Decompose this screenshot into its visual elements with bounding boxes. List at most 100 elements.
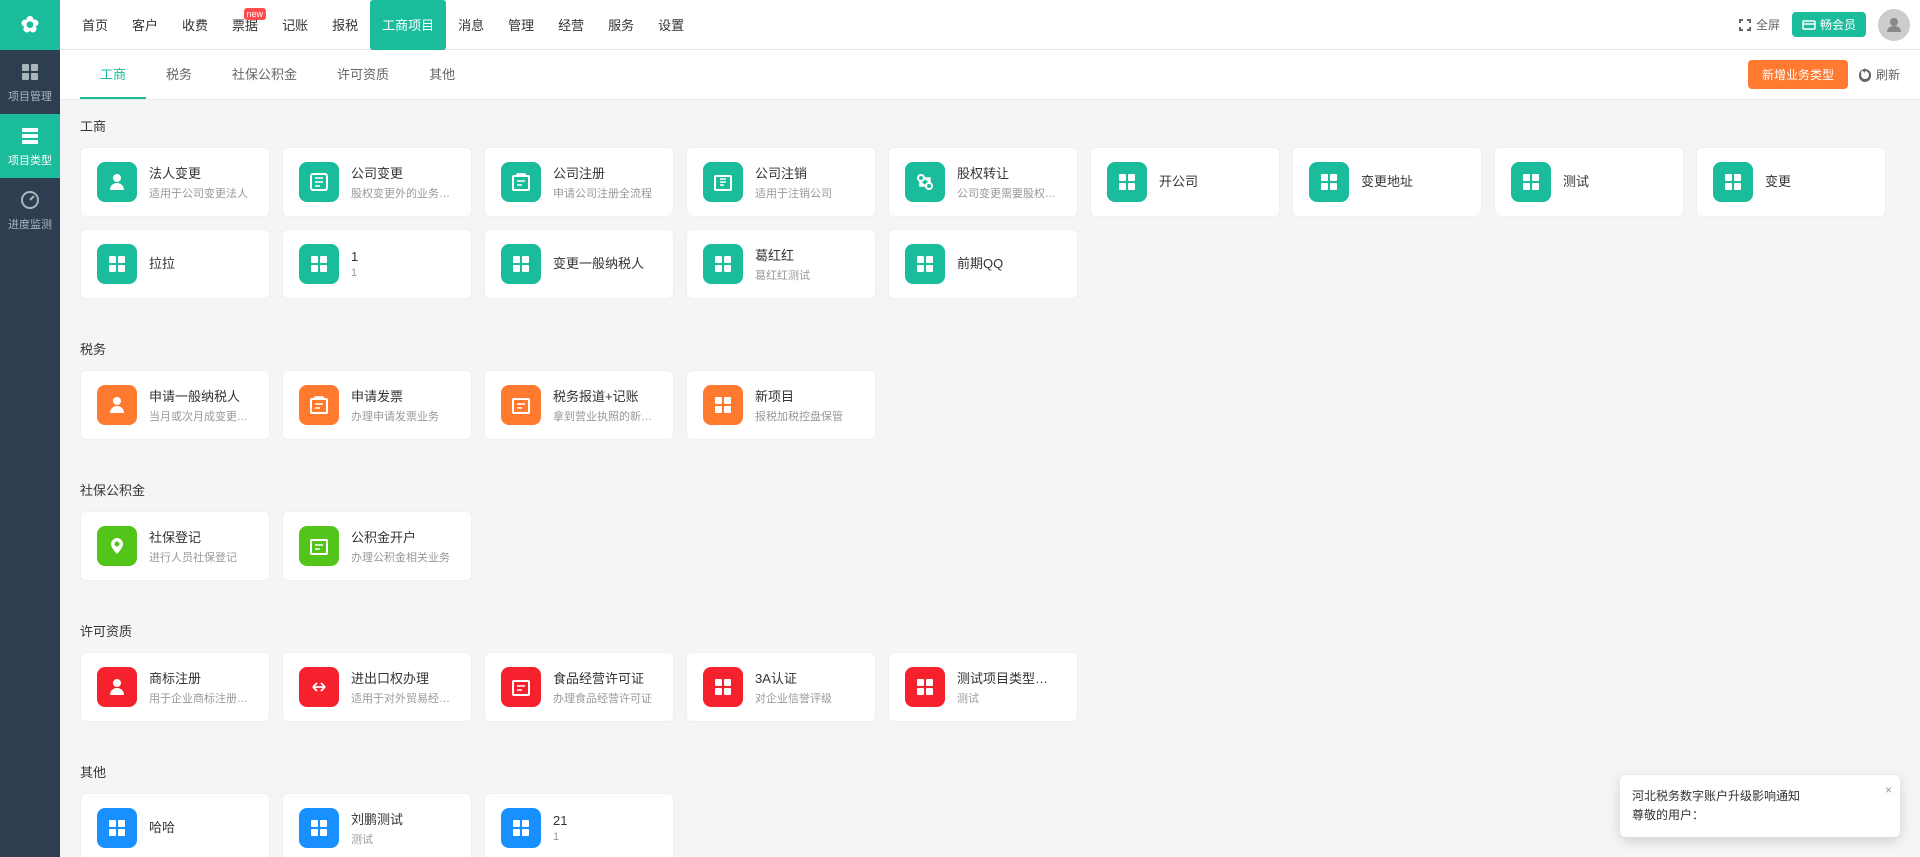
user-avatar[interactable] <box>1878 9 1910 41</box>
nav-operations[interactable]: 经营 <box>546 0 596 50</box>
nav-billing[interactable]: 收费 <box>170 0 220 50</box>
nav-accounting[interactable]: 记账 <box>270 0 320 50</box>
tab-xuke[interactable]: 许可资质 <box>317 50 409 99</box>
card-desc-legal-change: 适用于公司变更法人 <box>149 185 253 201</box>
card-apply-invoice[interactable]: 申请发票 办理申请发票业务 <box>282 370 472 440</box>
card-liupeng-test[interactable]: 刘鹏测试 测试 <box>282 793 472 857</box>
cards-grid-shuiwu: 申请一般纳税人 当月或次月成变更完成 申请发票 办理申请发票业务 <box>80 370 1900 440</box>
fullscreen-btn[interactable]: 全屏 <box>1738 16 1780 33</box>
card-icon-haha <box>97 808 137 848</box>
card-info-change-address: 变更地址 <box>1361 171 1465 193</box>
section-title-shuiwu: 税务 <box>80 339 1900 358</box>
card-num1[interactable]: 1 1 <box>282 229 472 299</box>
nav-customer[interactable]: 客户 <box>120 0 170 50</box>
page-content: 工商 税务 社保公积金 许可资质 其他 新增业务类型 刷新 工商 <box>60 50 1920 857</box>
refresh-button[interactable]: 刷新 <box>1858 66 1900 83</box>
card-haha[interactable]: 哈哈 <box>80 793 270 857</box>
card-title-trademark: 商标注册 <box>149 668 253 687</box>
sidebar-label-progress-monitor: 进度监测 <box>8 216 52 232</box>
section-shebao: 社保公积金 社保登记 进行人员社保登记 <box>60 464 1920 605</box>
sidebar-item-progress-monitor[interactable]: 进度监测 <box>0 178 60 242</box>
card-desc-gehonghong: 葛红红测试 <box>755 267 859 283</box>
nav-management[interactable]: 管理 <box>496 0 546 50</box>
tab-shuiwu[interactable]: 税务 <box>146 50 212 99</box>
card-company-change[interactable]: 公司变更 股权变更外的业务变更 <box>282 147 472 217</box>
card-info-import-export: 进出口权办理 适用于对外贸易经营者 <box>351 668 455 706</box>
card-company-cancel[interactable]: 公司注销 适用于注销公司 <box>686 147 876 217</box>
card-legal-change[interactable]: 法人变更 适用于公司变更法人 <box>80 147 270 217</box>
card-title-social-register: 社保登记 <box>149 527 253 546</box>
card-title-legal-change: 法人变更 <box>149 163 253 182</box>
nav-home[interactable]: 首页 <box>70 0 120 50</box>
nav-industrial[interactable]: 工商项目 <box>370 0 446 50</box>
nav-services[interactable]: 服务 <box>596 0 646 50</box>
sidebar-logo[interactable]: ✿ <box>0 0 60 50</box>
card-desc-equity-transfer: 公司变更需要股权转让 <box>957 185 1061 201</box>
card-title-apply-invoice: 申请发票 <box>351 386 455 405</box>
card-title-food-license: 食品经营许可证 <box>553 668 657 687</box>
card-icon-import-export <box>299 667 339 707</box>
card-info-cert-3a: 3A认证 对企业信誉评级 <box>755 668 859 706</box>
card-social-register[interactable]: 社保登记 进行人员社保登记 <box>80 511 270 581</box>
card-new-project[interactable]: 新项目 报税加税控盘保管 <box>686 370 876 440</box>
card-icon-company-change <box>299 162 339 202</box>
card-title-cert-3a: 3A认证 <box>755 668 859 687</box>
card-lala[interactable]: 拉拉 <box>80 229 270 299</box>
card-info-test-project-type: 测试项目类型目定义 测试 <box>957 668 1061 706</box>
card-gehonghong[interactable]: 葛红红 葛红红测试 <box>686 229 876 299</box>
card-tax-report[interactable]: 税务报道+记账 拿到营业执照的新公司 <box>484 370 674 440</box>
card-food-license[interactable]: 食品经营许可证 办理食品经营许可证 <box>484 652 674 722</box>
card-cert-3a[interactable]: 3A认证 对企业信誉评级 <box>686 652 876 722</box>
topnav: 首页 客户 收费 票据 new 记账 报税 工商项目 消息 管理 经营 服务 设… <box>60 0 1920 50</box>
card-desc-apply-taxpayer: 当月或次月成变更完成 <box>149 408 253 424</box>
card-title-apply-taxpayer: 申请一般纳税人 <box>149 386 253 405</box>
card-info-equity-transfer: 股权转让 公司变更需要股权转让 <box>957 163 1061 201</box>
sidebar-item-project-type[interactable]: 项目类型 <box>0 114 60 178</box>
sidebar-item-project-mgmt[interactable]: 项目管理 <box>0 50 60 114</box>
card-icon-test <box>1511 162 1551 202</box>
nav-tax[interactable]: 报税 <box>320 0 370 50</box>
card-change-taxpayer[interactable]: 变更一般纳税人 <box>484 229 674 299</box>
card-icon-liupeng-test <box>299 808 339 848</box>
nav-tickets[interactable]: 票据 new <box>220 0 270 50</box>
card-test[interactable]: 测试 <box>1494 147 1684 217</box>
card-icon-change-address <box>1309 162 1349 202</box>
card-desc-company-cancel: 适用于注销公司 <box>755 185 859 201</box>
notification-close-btn[interactable]: × <box>1885 783 1892 797</box>
card-info-qianqiQQ: 前期QQ <box>957 253 1061 275</box>
add-type-button[interactable]: 新增业务类型 <box>1748 60 1848 89</box>
sidebar-label-project-type: 项目类型 <box>8 152 52 168</box>
card-info-tax-report: 税务报道+记账 拿到营业执照的新公司 <box>553 386 657 424</box>
card-title-lala: 拉拉 <box>149 253 253 272</box>
cards-grid-xuke: 商标注册 用于企业商标注册服务 进出口权办理 适用于对外贸易经营者 <box>80 652 1900 722</box>
card-info-open-company: 开公司 <box>1159 171 1263 193</box>
tab-shebao[interactable]: 社保公积金 <box>212 50 317 99</box>
card-apply-taxpayer[interactable]: 申请一般纳税人 当月或次月成变更完成 <box>80 370 270 440</box>
card-equity-transfer[interactable]: 股权转让 公司变更需要股权转让 <box>888 147 1078 217</box>
card-num21[interactable]: 21 1 <box>484 793 674 857</box>
card-title-num1: 1 <box>351 249 455 264</box>
card-open-company[interactable]: 开公司 <box>1090 147 1280 217</box>
card-icon-apply-taxpayer <box>97 385 137 425</box>
nav-message[interactable]: 消息 <box>446 0 496 50</box>
card-fund-account[interactable]: 公积金开户 办理公积金相关业务 <box>282 511 472 581</box>
card-title-test-project-type: 测试项目类型目定义 <box>957 668 1061 687</box>
tab-qita[interactable]: 其他 <box>409 50 475 99</box>
tab-gongshang[interactable]: 工商 <box>80 50 146 99</box>
card-trademark[interactable]: 商标注册 用于企业商标注册服务 <box>80 652 270 722</box>
tab-actions: 新增业务类型 刷新 <box>1748 60 1900 89</box>
card-title-change: 变更 <box>1765 171 1869 190</box>
card-import-export[interactable]: 进出口权办理 适用于对外贸易经营者 <box>282 652 472 722</box>
card-company-register[interactable]: 公司注册 申请公司注册全流程 <box>484 147 674 217</box>
card-qianqiQQ[interactable]: 前期QQ <box>888 229 1078 299</box>
nav-settings[interactable]: 设置 <box>646 0 696 50</box>
card-title-test: 测试 <box>1563 171 1667 190</box>
card-info-change: 变更 <box>1765 171 1869 193</box>
card-test-project-type[interactable]: 测试项目类型目定义 测试 <box>888 652 1078 722</box>
card-desc-food-license: 办理食品经营许可证 <box>553 690 657 706</box>
card-change-address[interactable]: 变更地址 <box>1292 147 1482 217</box>
card-change[interactable]: 变更 <box>1696 147 1886 217</box>
card-icon-trademark <box>97 667 137 707</box>
membership-btn[interactable]: 畅会员 <box>1792 12 1866 37</box>
card-title-liupeng-test: 刘鹏测试 <box>351 809 455 828</box>
